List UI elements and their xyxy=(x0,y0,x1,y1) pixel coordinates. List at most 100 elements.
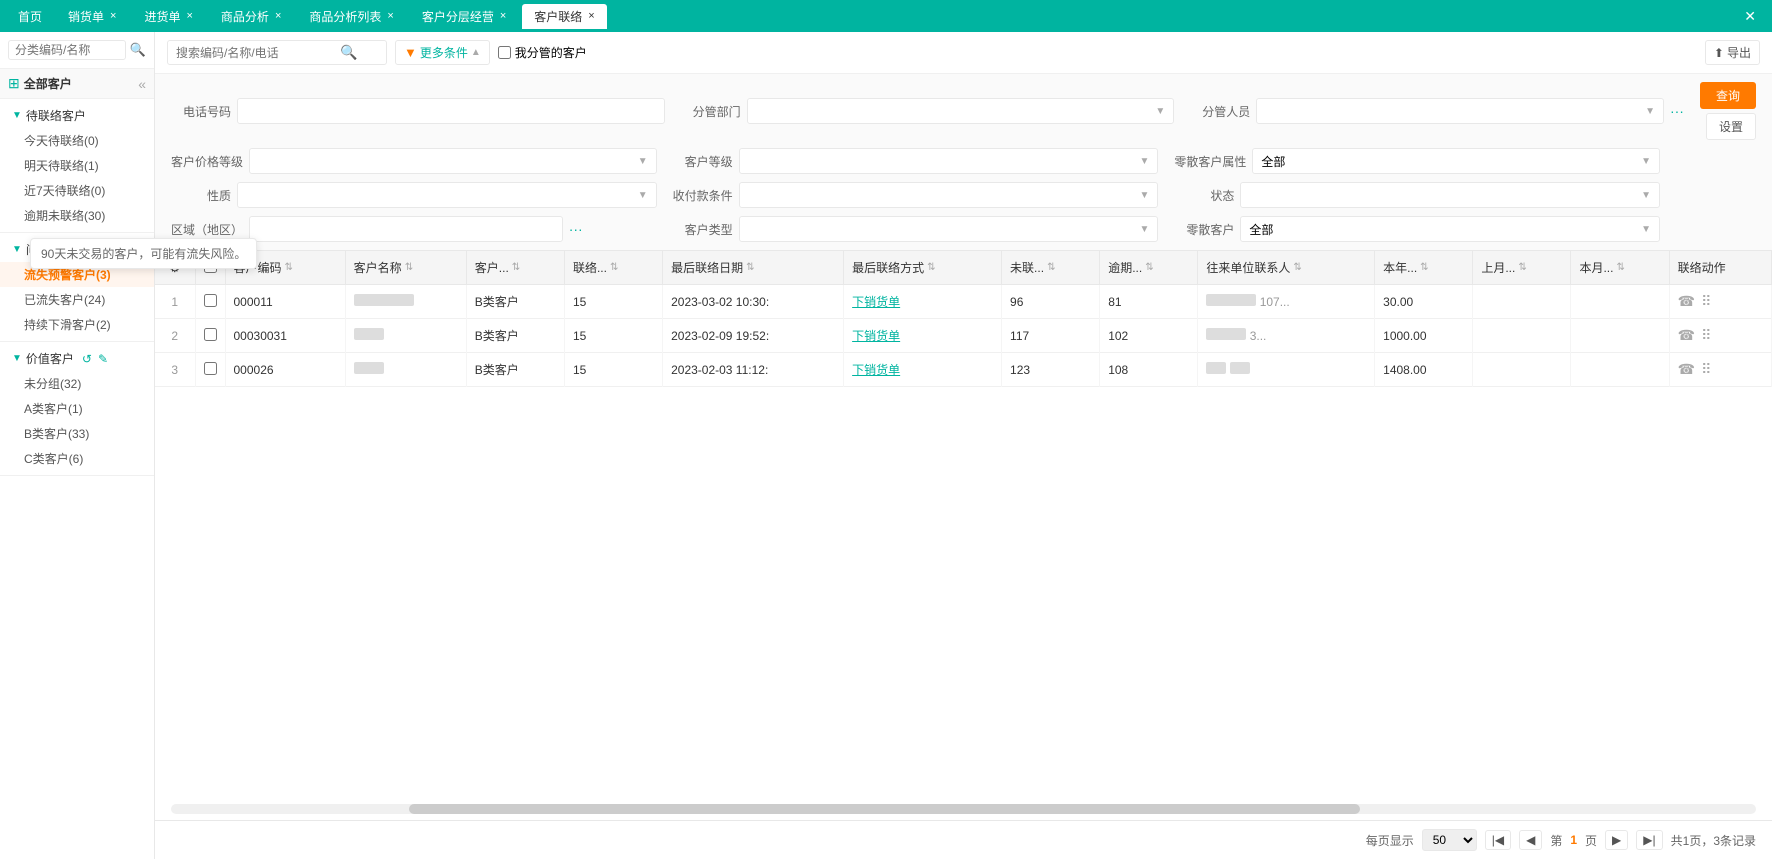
dept-select[interactable]: ▼ xyxy=(747,98,1175,124)
search-icon-button[interactable]: 🔍 xyxy=(340,44,357,61)
close-customer-contact-tab[interactable]: × xyxy=(588,10,594,22)
prev-page-button[interactable]: ◀ xyxy=(1519,830,1542,850)
manager-select[interactable]: ▼ xyxy=(1256,98,1664,124)
price-level-select[interactable]: ▼ xyxy=(249,148,657,174)
query-button[interactable]: 查询 xyxy=(1700,82,1756,109)
settings-button[interactable]: 设置 xyxy=(1706,113,1756,140)
retail-customer-label: 零散客户 xyxy=(1174,221,1234,238)
all-customers-header[interactable]: ⊞ 全部客户 « xyxy=(0,69,154,99)
retail-attr-arrow-icon: ▼ xyxy=(1641,156,1651,167)
region-more-icon[interactable]: ··· xyxy=(569,221,583,237)
status-select[interactable]: ▼ xyxy=(1240,182,1660,208)
tab-customer-tier[interactable]: 客户分层经营 × xyxy=(410,4,518,29)
sidebar-item-today[interactable]: 今天待联络(0) xyxy=(0,128,154,153)
last-page-button[interactable]: ▶| xyxy=(1636,830,1662,850)
customer-level-select[interactable]: ▼ xyxy=(739,148,1159,174)
sidebar-item-declining[interactable]: 持续下滑客户(2) xyxy=(0,312,154,337)
col-last-month[interactable]: 上月... ⇅ xyxy=(1473,251,1571,285)
col-no-contact[interactable]: 未联... ⇅ xyxy=(1002,251,1100,285)
close-purchase-tab[interactable]: × xyxy=(186,10,192,22)
region-input[interactable] xyxy=(249,216,563,242)
filter-payment: 收付款条件 ▼ xyxy=(673,182,1159,208)
sidebar-item-a-class[interactable]: A类客户(1) xyxy=(0,396,154,421)
more-conditions-button[interactable]: ▼ 更多条件 ▲ xyxy=(395,40,490,65)
contact-icon-2[interactable]: ☎ xyxy=(1678,327,1695,344)
tab-product-analysis[interactable]: 商品分析 × xyxy=(209,4,293,29)
tab-product-list[interactable]: 商品分析列表 × xyxy=(297,4,405,29)
contact-icon-1[interactable]: ☎ xyxy=(1678,293,1695,310)
customer-type-select[interactable]: ▼ xyxy=(739,216,1159,242)
sidebar-item-tomorrow[interactable]: 明天待联络(1) xyxy=(0,153,154,178)
contact-icon-3[interactable]: ☎ xyxy=(1678,361,1695,378)
close-product-analysis-tab[interactable]: × xyxy=(275,10,281,22)
col-type[interactable]: 客户... ⇅ xyxy=(466,251,564,285)
col-name[interactable]: 客户名称 ⇅ xyxy=(345,251,466,285)
col-contact-person[interactable]: 往来单位联系人 ⇅ xyxy=(1198,251,1375,285)
sidebar-item-b-class[interactable]: B类客户(33) xyxy=(0,421,154,446)
row-last-type-3[interactable]: 下销货单 xyxy=(844,353,1002,387)
col-contact[interactable]: 联络... ⇅ xyxy=(564,251,662,285)
sidebar-item-unclassified[interactable]: 未分组(32) xyxy=(0,371,154,396)
my-customers-checkbox-label[interactable]: 我分管的客户 xyxy=(498,44,587,61)
col-last-date[interactable]: 最后联络日期 ⇅ xyxy=(663,251,844,285)
sidebar: 🔍 ⊞ 全部客户 « ▼ 待联络客户 今天待联络(0) 明天待联络(1) 近7天… xyxy=(0,32,155,859)
more-action-icon-1[interactable]: ⠿ xyxy=(1701,293,1711,310)
first-page-button[interactable]: |◀ xyxy=(1485,830,1511,850)
search-input[interactable] xyxy=(176,46,336,60)
last-type-link-2[interactable]: 下销货单 xyxy=(852,329,900,343)
col-last-type[interactable]: 最后联络方式 ⇅ xyxy=(844,251,1002,285)
row-action-2: ☎ ⠿ xyxy=(1669,319,1771,353)
refresh-icon[interactable]: ↺ xyxy=(82,352,92,366)
tab-home[interactable]: 首页 xyxy=(8,4,52,29)
my-customers-checkbox[interactable] xyxy=(498,46,511,59)
arrow-down-icon2: ▼ xyxy=(12,244,22,255)
nature-select[interactable]: ▼ xyxy=(237,182,657,208)
value-customers-header[interactable]: ▼ 价值客户 ↺ ✎ xyxy=(0,346,154,371)
sidebar-item-churned[interactable]: 已流失客户(24) xyxy=(0,287,154,312)
row-last-type-2[interactable]: 下销货单 xyxy=(844,319,1002,353)
sidebar-item-overdue[interactable]: 逾期未联络(30) xyxy=(0,203,154,228)
row-checkbox-3[interactable] xyxy=(195,353,225,387)
payment-select[interactable]: ▼ xyxy=(739,182,1159,208)
tab-sales[interactable]: 销货单 × xyxy=(56,4,128,29)
scroll-thumb[interactable] xyxy=(409,804,1360,814)
row-last-type-1[interactable]: 下销货单 xyxy=(844,285,1002,319)
pending-contact-header[interactable]: ▼ 待联络客户 xyxy=(0,103,154,128)
filter-retail-attr: 零散客户属性 全部 ▼ xyxy=(1174,148,1660,174)
row-type-3: B类客户 xyxy=(466,353,564,387)
sidebar-search-input[interactable] xyxy=(8,40,126,60)
col-this-month[interactable]: 本月... ⇅ xyxy=(1571,251,1669,285)
close-customer-tier-tab[interactable]: × xyxy=(500,10,506,22)
edit-icon[interactable]: ✎ xyxy=(98,352,108,366)
row-code-3: 000026 xyxy=(225,353,345,387)
col-this-year-label: 本年... xyxy=(1383,259,1417,276)
sidebar-collapse-button[interactable]: « xyxy=(138,76,146,92)
sidebar-item-7days[interactable]: 近7天待联络(0) xyxy=(0,178,154,203)
nature-label: 性质 xyxy=(171,187,231,204)
retail-customer-select[interactable]: 全部 ▼ xyxy=(1240,216,1660,242)
sidebar-item-c-class[interactable]: C类客户(6) xyxy=(0,446,154,471)
tab-customer-contact[interactable]: 客户联络 × xyxy=(522,4,606,29)
horizontal-scrollbar[interactable] xyxy=(171,804,1756,814)
tab-purchase[interactable]: 进货单 × xyxy=(132,4,204,29)
more-action-icon-2[interactable]: ⠿ xyxy=(1701,327,1711,344)
window-close-button[interactable]: ✕ xyxy=(1736,4,1764,29)
filter-actions: 查询 设置 xyxy=(1700,82,1756,140)
col-overdue[interactable]: 逾期... ⇅ xyxy=(1100,251,1198,285)
close-product-list-tab[interactable]: × xyxy=(387,10,393,22)
export-button[interactable]: ⬆ 导出 xyxy=(1705,40,1760,65)
more-action-icon-3[interactable]: ⠿ xyxy=(1701,361,1711,378)
filter-row-1: 电话号码 分管部门 ▼ 分管人员 ▼ ··· xyxy=(171,82,1756,140)
sidebar-search-icon[interactable]: 🔍 xyxy=(130,42,146,58)
last-type-link-3[interactable]: 下销货单 xyxy=(852,363,900,377)
phone-input[interactable] xyxy=(237,98,665,124)
next-page-button[interactable]: ▶ xyxy=(1605,830,1628,850)
close-sales-tab[interactable]: × xyxy=(110,10,116,22)
col-this-year[interactable]: 本年... ⇅ xyxy=(1375,251,1473,285)
manager-more-icon[interactable]: ··· xyxy=(1670,103,1684,119)
retail-attr-select[interactable]: 全部 ▼ xyxy=(1252,148,1660,174)
row-checkbox-2[interactable] xyxy=(195,319,225,353)
row-checkbox-1[interactable] xyxy=(195,285,225,319)
page-size-select[interactable]: 50 100 xyxy=(1422,829,1477,851)
last-type-link-1[interactable]: 下销货单 xyxy=(852,295,900,309)
